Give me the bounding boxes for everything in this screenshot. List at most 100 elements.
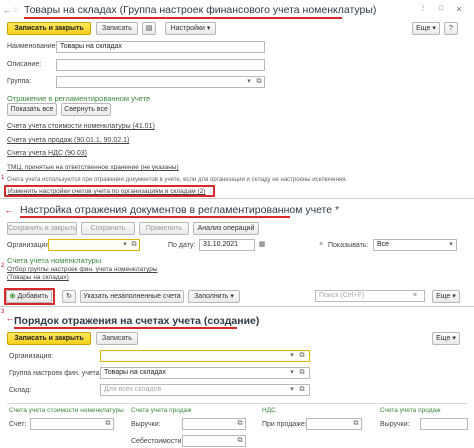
open-link-icon[interactable]: ⧉ xyxy=(103,419,113,429)
section-divider xyxy=(7,403,467,404)
col-sales-accounts-2: Счета учета продаж xyxy=(380,407,441,414)
save-button[interactable]: Записать xyxy=(96,22,138,35)
description-field[interactable] xyxy=(56,59,265,71)
group-label: Группа настроек фин. учета: xyxy=(9,370,102,377)
maximize-icon[interactable]: □ xyxy=(436,4,446,14)
show-all-button[interactable]: Показать все xyxy=(7,103,57,116)
title-underline xyxy=(20,216,290,218)
account-label: Счет: xyxy=(9,421,27,428)
back-arrow-icon[interactable]: ← xyxy=(4,205,14,215)
plus-icon: ⊕ xyxy=(9,293,16,300)
dropdown-icon[interactable]: ▾ xyxy=(244,77,254,87)
group-field[interactable] xyxy=(56,76,265,88)
group-field[interactable]: Товары на складах xyxy=(100,367,310,379)
window-group-settings: ← ☆ Товары на складах (Группа настроек ф… xyxy=(0,0,474,197)
revenue-label-2: Выручки: xyxy=(380,421,410,428)
window-posting-order: ← 3 Порядок отражения на счетах учета (с… xyxy=(0,306,474,448)
more-label: Еще xyxy=(436,293,451,300)
section-title: Отражение в регламентированном учете xyxy=(7,94,151,103)
collapse-all-button[interactable]: Свернуть все xyxy=(61,103,111,116)
vat-accounts-link[interactable]: Счета учета НДС (90.03) xyxy=(7,150,87,157)
open-link-icon[interactable]: ⧉ xyxy=(254,77,264,87)
description-label: Описание: xyxy=(7,61,42,68)
open-link-icon[interactable]: ⧉ xyxy=(297,351,307,361)
add-label: Добавить xyxy=(17,293,49,300)
title-underline xyxy=(24,17,342,19)
save-close-button[interactable]: Записать и закрыть xyxy=(7,332,91,345)
more-button[interactable]: Еще ▾ xyxy=(432,332,460,345)
cost-accounts-link[interactable]: Счета учета стоимости номенклатуры (41.0… xyxy=(7,123,155,130)
org-label: Организация: xyxy=(7,242,52,249)
date-label: По дату: xyxy=(168,242,196,249)
accounts-title: Счета учета номенклатуры xyxy=(7,256,102,265)
window-title: Товары на складах (Группа настроек финан… xyxy=(24,4,377,16)
search-input[interactable]: Поиск (Ctrl+F) xyxy=(315,290,425,302)
refresh-button[interactable]: ↻ xyxy=(62,290,76,303)
date-field[interactable]: 31.10.2021 xyxy=(199,239,255,251)
add-button[interactable]: ⊕ Добавить xyxy=(6,290,52,303)
fill-label: Заполнить xyxy=(194,293,229,300)
fill-button[interactable]: Заполнить ▾ xyxy=(188,290,240,303)
more-button[interactable]: Еще ▾ xyxy=(412,22,440,35)
dropdown-icon[interactable]: ▾ xyxy=(287,368,297,378)
show-select[interactable]: Все xyxy=(373,239,457,251)
save-close-button[interactable]: Сохранить и закрыть xyxy=(7,222,77,235)
open-link-icon[interactable]: ⧉ xyxy=(129,240,139,250)
dropdown-icon[interactable]: ▾ xyxy=(287,351,297,361)
step-marker-3: 3 xyxy=(1,309,5,315)
cost-label: Себестоимости: xyxy=(131,438,184,445)
open-link-icon[interactable]: ⧉ xyxy=(297,385,307,395)
settings-label: Настройки xyxy=(170,25,205,32)
more-label: Еще xyxy=(436,335,451,342)
settings-button[interactable]: Настройки ▾ xyxy=(165,22,216,35)
account-field[interactable] xyxy=(30,418,114,430)
step-marker-1: 1 xyxy=(1,175,5,181)
calculator-button[interactable]: ▤ xyxy=(142,22,156,35)
open-link-icon[interactable]: ⧉ xyxy=(235,419,245,429)
window-title: Настройка отражения документов в регламе… xyxy=(20,204,340,216)
note-text: Счета учета используются при отражении д… xyxy=(7,177,348,183)
chevron-down-icon: ▾ xyxy=(206,25,211,32)
save-button[interactable]: Сохранить xyxy=(81,222,135,235)
search-placeholder: Поиск (Ctrl+F) xyxy=(319,292,365,299)
open-link-icon[interactable]: ⧉ xyxy=(235,436,245,446)
name-label: Наименование: xyxy=(7,43,58,50)
specify-accounts-button[interactable]: Указать незаполненные счета xyxy=(80,290,184,303)
col-vat: НДС xyxy=(262,407,276,414)
sale-label: При продаже: xyxy=(262,421,307,428)
custody-link[interactable]: ТМЦ, принятые на ответственное хранение … xyxy=(7,164,179,171)
close-icon[interactable]: × xyxy=(454,4,464,14)
revenue-field-2[interactable] xyxy=(420,418,468,430)
list-icon: ▤ xyxy=(145,25,153,32)
open-link-icon[interactable]: ⧉ xyxy=(351,419,361,429)
revenue-label: Выручки: xyxy=(131,421,161,428)
warehouse-field[interactable]: Для всех складов xyxy=(100,384,310,396)
more-vertical-icon[interactable]: ⋮ xyxy=(418,4,428,14)
clear-search-icon[interactable]: × xyxy=(410,291,420,301)
more-label: Еще xyxy=(416,25,431,32)
calendar-icon[interactable]: ▦ xyxy=(257,240,267,250)
change-settings-link[interactable]: Изменить настройки счетов учета по орган… xyxy=(8,188,205,195)
org-field[interactable] xyxy=(100,350,310,362)
save-close-button[interactable]: Записать и закрыть xyxy=(7,22,91,35)
dropdown-icon[interactable]: ▾ xyxy=(287,385,297,395)
help-button[interactable]: ? xyxy=(444,22,458,35)
more-button[interactable]: Еще ▾ xyxy=(432,290,460,303)
group-label: Группа: xyxy=(7,78,32,85)
window-title: Порядок отражения на счетах учета (созда… xyxy=(14,315,260,327)
window-reg-accounting: ← Настройка отражения документов в регла… xyxy=(0,198,474,306)
star-icon[interactable]: ☆ xyxy=(11,5,21,15)
sales-accounts-link[interactable]: Счета учета продаж (90.01.1, 90.02.1) xyxy=(7,137,129,144)
clear-icon[interactable]: × xyxy=(316,240,326,250)
analysis-button[interactable]: Анализ операций xyxy=(193,222,259,235)
chevron-down-icon[interactable]: ▾ xyxy=(446,240,456,250)
filter-link[interactable]: Отбор группы настроек фин. учета номенкл… xyxy=(7,266,158,273)
apply-button[interactable]: Применить xyxy=(139,222,189,235)
col-sales-accounts: Счета учета продаж xyxy=(131,407,192,414)
filter-link-group[interactable]: (Товары на складах) xyxy=(7,274,69,281)
refresh-icon: ↻ xyxy=(66,293,72,300)
show-label: Показывать: xyxy=(328,242,369,249)
save-button[interactable]: Записать xyxy=(96,332,138,345)
name-field[interactable]: Товары на складах xyxy=(56,41,265,53)
open-link-icon[interactable]: ⧉ xyxy=(297,368,307,378)
